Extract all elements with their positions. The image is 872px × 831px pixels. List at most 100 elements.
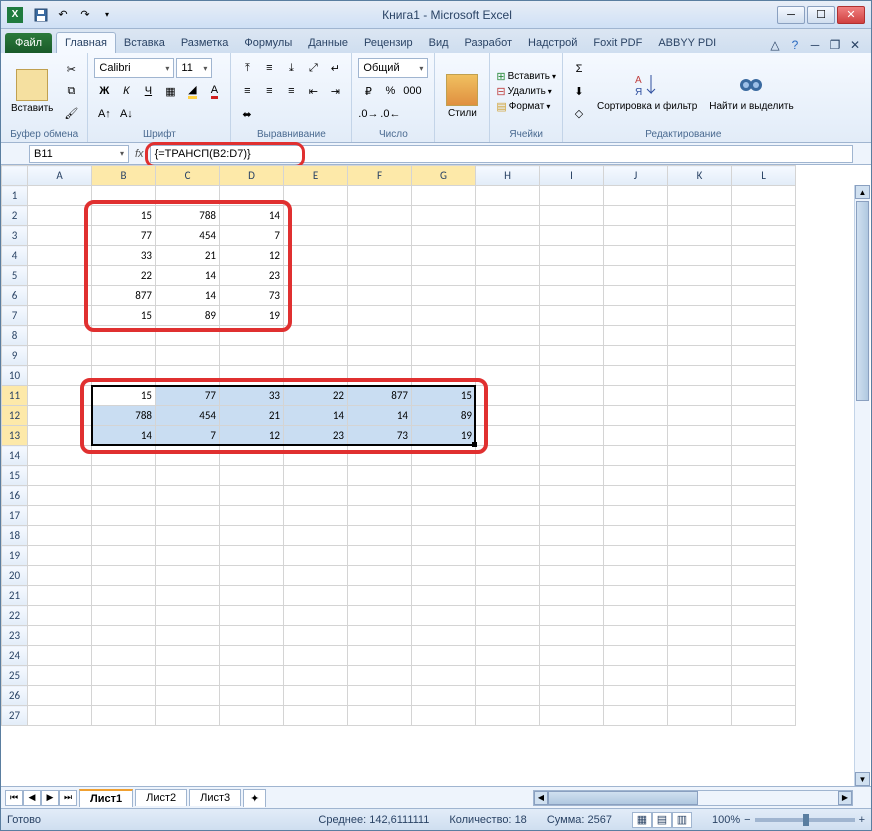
scroll-down-button[interactable]: ▼ — [855, 772, 870, 786]
cell-G6[interactable] — [412, 286, 476, 306]
tab-data[interactable]: Данные — [300, 33, 356, 53]
cell-F22[interactable] — [348, 606, 412, 626]
workbook-minimize-button[interactable]: ─ — [807, 37, 823, 53]
cell-C26[interactable] — [156, 686, 220, 706]
cell-B8[interactable] — [92, 326, 156, 346]
cell-J9[interactable] — [604, 346, 668, 366]
cell-L16[interactable] — [732, 486, 796, 506]
cell-E9[interactable] — [284, 346, 348, 366]
cell-L8[interactable] — [732, 326, 796, 346]
tab-home[interactable]: Главная — [56, 32, 116, 53]
zoom-slider[interactable] — [755, 818, 855, 822]
align-top-button[interactable]: ⤒ — [237, 58, 257, 78]
cell-H11[interactable] — [476, 386, 540, 406]
cell-L15[interactable] — [732, 466, 796, 486]
view-layout-button[interactable]: ▤ — [652, 812, 672, 828]
cell-K21[interactable] — [668, 586, 732, 606]
cell-F8[interactable] — [348, 326, 412, 346]
cell-C7[interactable]: 89 — [156, 306, 220, 326]
cell-G16[interactable] — [412, 486, 476, 506]
cell-H2[interactable] — [476, 206, 540, 226]
cell-A4[interactable] — [28, 246, 92, 266]
cell-D3[interactable]: 7 — [220, 226, 284, 246]
increase-indent-button[interactable]: ⇥ — [325, 81, 345, 101]
cell-A6[interactable] — [28, 286, 92, 306]
cell-J19[interactable] — [604, 546, 668, 566]
help-button[interactable]: ? — [787, 37, 803, 53]
fx-icon[interactable]: fx — [135, 148, 144, 160]
cell-H12[interactable] — [476, 406, 540, 426]
cell-A18[interactable] — [28, 526, 92, 546]
cell-J3[interactable] — [604, 226, 668, 246]
cell-B2[interactable]: 15 — [92, 206, 156, 226]
tab-foxit[interactable]: Foxit PDF — [585, 33, 650, 53]
cell-F27[interactable] — [348, 706, 412, 726]
cell-K17[interactable] — [668, 506, 732, 526]
cell-H26[interactable] — [476, 686, 540, 706]
cell-B26[interactable] — [92, 686, 156, 706]
cell-D23[interactable] — [220, 626, 284, 646]
cell-C20[interactable] — [156, 566, 220, 586]
cell-C5[interactable]: 14 — [156, 266, 220, 286]
orientation-button[interactable]: ⤢ — [303, 58, 323, 78]
cell-B19[interactable] — [92, 546, 156, 566]
cell-F16[interactable] — [348, 486, 412, 506]
fill-color-button[interactable]: ◢ — [182, 81, 202, 101]
cell-I23[interactable] — [540, 626, 604, 646]
cell-J20[interactable] — [604, 566, 668, 586]
cell-L13[interactable] — [732, 426, 796, 446]
cell-J17[interactable] — [604, 506, 668, 526]
cell-H25[interactable] — [476, 666, 540, 686]
cell-F26[interactable] — [348, 686, 412, 706]
cell-H13[interactable] — [476, 426, 540, 446]
cell-L21[interactable] — [732, 586, 796, 606]
cell-I13[interactable] — [540, 426, 604, 446]
cell-H27[interactable] — [476, 706, 540, 726]
tab-insert[interactable]: Вставка — [116, 33, 173, 53]
cell-L23[interactable] — [732, 626, 796, 646]
cell-H24[interactable] — [476, 646, 540, 666]
cell-F19[interactable] — [348, 546, 412, 566]
decrease-indent-button[interactable]: ⇤ — [303, 81, 323, 101]
cell-D8[interactable] — [220, 326, 284, 346]
zoom-out-button[interactable]: − — [744, 814, 750, 826]
cell-A7[interactable] — [28, 306, 92, 326]
cell-C21[interactable] — [156, 586, 220, 606]
cell-D17[interactable] — [220, 506, 284, 526]
cell-K9[interactable] — [668, 346, 732, 366]
cell-A22[interactable] — [28, 606, 92, 626]
cell-D10[interactable] — [220, 366, 284, 386]
cell-L27[interactable] — [732, 706, 796, 726]
cell-K10[interactable] — [668, 366, 732, 386]
cell-F12[interactable]: 14 — [348, 406, 412, 426]
cell-E17[interactable] — [284, 506, 348, 526]
cell-L24[interactable] — [732, 646, 796, 666]
cell-J12[interactable] — [604, 406, 668, 426]
cell-I1[interactable] — [540, 186, 604, 206]
cell-G21[interactable] — [412, 586, 476, 606]
worksheet-grid[interactable]: ABCDEFGHIJKL1215788143774547433211252214… — [1, 165, 871, 786]
cell-A3[interactable] — [28, 226, 92, 246]
row-header-9[interactable]: 9 — [2, 346, 28, 366]
cell-I11[interactable] — [540, 386, 604, 406]
cell-J2[interactable] — [604, 206, 668, 226]
cell-K6[interactable] — [668, 286, 732, 306]
cell-E19[interactable] — [284, 546, 348, 566]
cell-B11[interactable]: 15 — [92, 386, 156, 406]
cell-G25[interactable] — [412, 666, 476, 686]
cell-F1[interactable] — [348, 186, 412, 206]
cell-K3[interactable] — [668, 226, 732, 246]
format-painter-button[interactable]: 🖌 — [61, 103, 81, 123]
cell-F15[interactable] — [348, 466, 412, 486]
grow-font-button[interactable]: A↑ — [94, 104, 114, 124]
cell-D24[interactable] — [220, 646, 284, 666]
cell-D7[interactable]: 19 — [220, 306, 284, 326]
cell-K14[interactable] — [668, 446, 732, 466]
cell-I5[interactable] — [540, 266, 604, 286]
italic-button[interactable]: К — [116, 81, 136, 101]
cell-A21[interactable] — [28, 586, 92, 606]
cell-L4[interactable] — [732, 246, 796, 266]
cell-D20[interactable] — [220, 566, 284, 586]
align-middle-button[interactable]: ≡ — [259, 58, 279, 78]
cell-F20[interactable] — [348, 566, 412, 586]
